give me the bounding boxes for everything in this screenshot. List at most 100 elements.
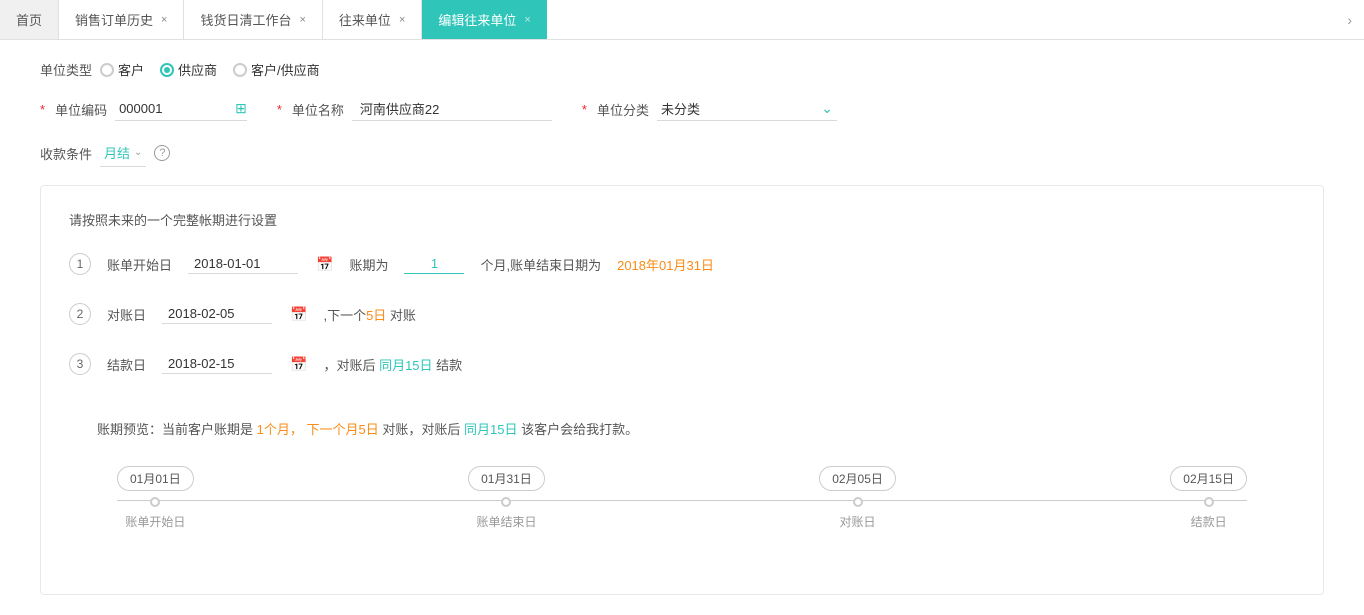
- step-1-period-input[interactable]: [404, 254, 464, 274]
- radio-customer-supplier-label: 客户/供应商: [251, 60, 320, 79]
- unit-category-label: 单位分类: [597, 100, 649, 119]
- step-1-period-unit: 个月,账单结束日期为: [480, 255, 601, 274]
- timeline-track-row: 01月01日 账单开始日 01月31日 账单结束日: [97, 466, 1267, 530]
- unit-category-value: 未分类: [661, 99, 821, 118]
- timeline-label-1: 账单开始日: [125, 513, 185, 530]
- step-1-period-label: 账期为: [349, 255, 388, 274]
- radio-customer[interactable]: 客户: [100, 60, 144, 79]
- payment-terms-value: 月结: [104, 143, 130, 162]
- radio-supplier-circle: [160, 63, 174, 77]
- tab-home-label: 首页: [16, 10, 42, 29]
- step-3-num: 3: [69, 353, 91, 375]
- tab-home[interactable]: 首页: [0, 0, 59, 39]
- unit-type-radio-group: 客户 供应商 客户/供应商: [100, 60, 320, 79]
- unit-name-star: *: [277, 102, 282, 117]
- step-1-label: 账单开始日: [107, 255, 172, 274]
- tab-bar: 首页 销售订单历史 × 钱货日清工作台 × 往来单位 × 编辑往来单位 × ›: [0, 0, 1364, 40]
- preview-label: 账期预览：当前客户账期是: [97, 422, 253, 437]
- radio-supplier[interactable]: 供应商: [160, 60, 217, 79]
- tab-edit-partner[interactable]: 编辑往来单位 ×: [422, 0, 546, 39]
- unit-category-star: *: [582, 102, 587, 117]
- unit-code-icon[interactable]: ⊞: [235, 100, 247, 117]
- step-3-date-input[interactable]: [162, 354, 272, 374]
- unit-category-field: * 单位分类 未分类 ⌄: [582, 97, 837, 121]
- unit-code-field: * 单位编码 ⊞: [40, 97, 247, 121]
- step-2-highlight: 5日: [366, 308, 386, 323]
- step-2-calendar-icon[interactable]: 📅: [290, 306, 307, 323]
- step-1-period-end: 2018年01月31日: [617, 255, 714, 274]
- radio-supplier-label: 供应商: [178, 60, 217, 79]
- tab-edit-partner-close[interactable]: ×: [524, 14, 530, 26]
- radio-customer-circle: [100, 63, 114, 77]
- timeline-tag-2: 01月31日: [468, 466, 545, 491]
- unit-category-arrow-icon: ⌄: [821, 100, 833, 117]
- preview-part3: 对账，对账后: [382, 422, 460, 437]
- step-2-row: 2 对账日 📅 ,下一个5日 对账: [69, 303, 1295, 325]
- unit-code-input-wrapper: ⊞: [115, 97, 247, 121]
- tab-edit-partner-label: 编辑往来单位: [438, 10, 516, 29]
- step-3-desc: ，对账后 同月15日 结款: [323, 355, 462, 374]
- step-1-row: 1 账单开始日 📅 账期为 个月,账单结束日期为 2018年01月31日: [69, 253, 1295, 275]
- preview-part4: 同月15日: [464, 422, 517, 437]
- timeline-label-3: 对账日: [840, 513, 876, 530]
- timeline-tag-1: 01月01日: [117, 466, 194, 491]
- tab-sales-history-label: 销售订单历史: [75, 10, 153, 29]
- tab-sales-history[interactable]: 销售订单历史 ×: [59, 0, 184, 39]
- unit-name-label: 单位名称: [292, 100, 344, 119]
- payment-terms-arrow-icon: ⌄: [134, 147, 142, 158]
- timeline-dot-2: [501, 497, 511, 507]
- step-3-label: 结款日: [107, 355, 146, 374]
- payment-terms-label: 收款条件: [40, 144, 92, 163]
- timeline-dot-1: [150, 497, 160, 507]
- unit-type-field: 单位类型 客户 供应商 客户/供应商: [40, 60, 320, 79]
- tab-cashflow[interactable]: 钱货日清工作台 ×: [184, 0, 322, 39]
- timeline-label-4: 结款日: [1191, 513, 1227, 530]
- unit-code-input[interactable]: [115, 97, 235, 120]
- preview-part2: 下一个月5日: [307, 422, 379, 437]
- unit-name-field: * 单位名称: [277, 97, 552, 121]
- tab-partner-close[interactable]: ×: [399, 14, 405, 26]
- step-2-date-input[interactable]: [162, 304, 272, 324]
- tab-partner[interactable]: 往来单位 ×: [323, 0, 422, 39]
- tab-cashflow-label: 钱货日清工作台: [200, 10, 291, 29]
- card-title: 请按照未来的一个完整帐期进行设置: [69, 210, 1295, 229]
- unit-info-row: * 单位编码 ⊞ * 单位名称 * 单位分类 未分类 ⌄: [40, 97, 1324, 121]
- payment-terms-row: 收款条件 月结 ⌄ ?: [40, 139, 1324, 167]
- step-3-row: 3 结款日 📅 ，对账后 同月15日 结款: [69, 353, 1295, 375]
- timeline-tag-3: 02月05日: [819, 466, 896, 491]
- step-3-calendar-icon[interactable]: 📅: [290, 356, 307, 373]
- timeline-label-2: 账单结束日: [476, 513, 536, 530]
- preview-text: 账期预览：当前客户账期是 1个月， 下一个月5日 对账，对账后 同月15日 该客…: [97, 419, 1267, 438]
- timeline-point-4: 02月15日 结款日: [1170, 466, 1247, 530]
- preview-part1: 1个月，: [257, 422, 303, 437]
- payment-terms-help-icon[interactable]: ?: [154, 145, 170, 161]
- timeline-line: [117, 500, 1247, 501]
- step-1-calendar-icon[interactable]: 📅: [316, 256, 333, 273]
- timeline-point-2: 01月31日 账单结束日: [468, 466, 545, 530]
- payment-terms-select[interactable]: 月结 ⌄: [100, 139, 146, 167]
- unit-type-row: 单位类型 客户 供应商 客户/供应商: [40, 60, 1324, 79]
- step-2-num: 2: [69, 303, 91, 325]
- step-1-date-input[interactable]: [188, 254, 298, 274]
- timeline: 01月01日 账单开始日 01月31日 账单结束日: [97, 466, 1267, 570]
- tab-arrow[interactable]: ›: [1335, 12, 1364, 28]
- main-content: 单位类型 客户 供应商 客户/供应商 * 单位编码: [0, 40, 1364, 615]
- unit-name-input[interactable]: [352, 97, 552, 121]
- timeline-point-3: 02月05日 对账日: [819, 466, 896, 530]
- unit-code-star: *: [40, 102, 45, 117]
- preview-section: 账期预览：当前客户账期是 1个月， 下一个月5日 对账，对账后 同月15日 该客…: [69, 403, 1295, 570]
- tab-sales-history-close[interactable]: ×: [161, 14, 167, 26]
- unit-code-label: 单位编码: [55, 100, 107, 119]
- timeline-points: 01月01日 账单开始日 01月31日 账单结束日: [97, 466, 1267, 530]
- payment-terms-field: 收款条件 月结 ⌄ ?: [40, 139, 170, 167]
- timeline-tag-4: 02月15日: [1170, 466, 1247, 491]
- timeline-dot-3: [853, 497, 863, 507]
- step-1-num: 1: [69, 253, 91, 275]
- unit-type-label: 单位类型: [40, 60, 92, 79]
- preview-part5: 该客户会给我打款。: [521, 422, 638, 437]
- tab-partner-label: 往来单位: [339, 10, 391, 29]
- unit-category-select[interactable]: 未分类 ⌄: [657, 97, 837, 121]
- radio-customer-supplier[interactable]: 客户/供应商: [233, 60, 320, 79]
- tab-cashflow-close[interactable]: ×: [299, 14, 305, 26]
- radio-customer-supplier-circle: [233, 63, 247, 77]
